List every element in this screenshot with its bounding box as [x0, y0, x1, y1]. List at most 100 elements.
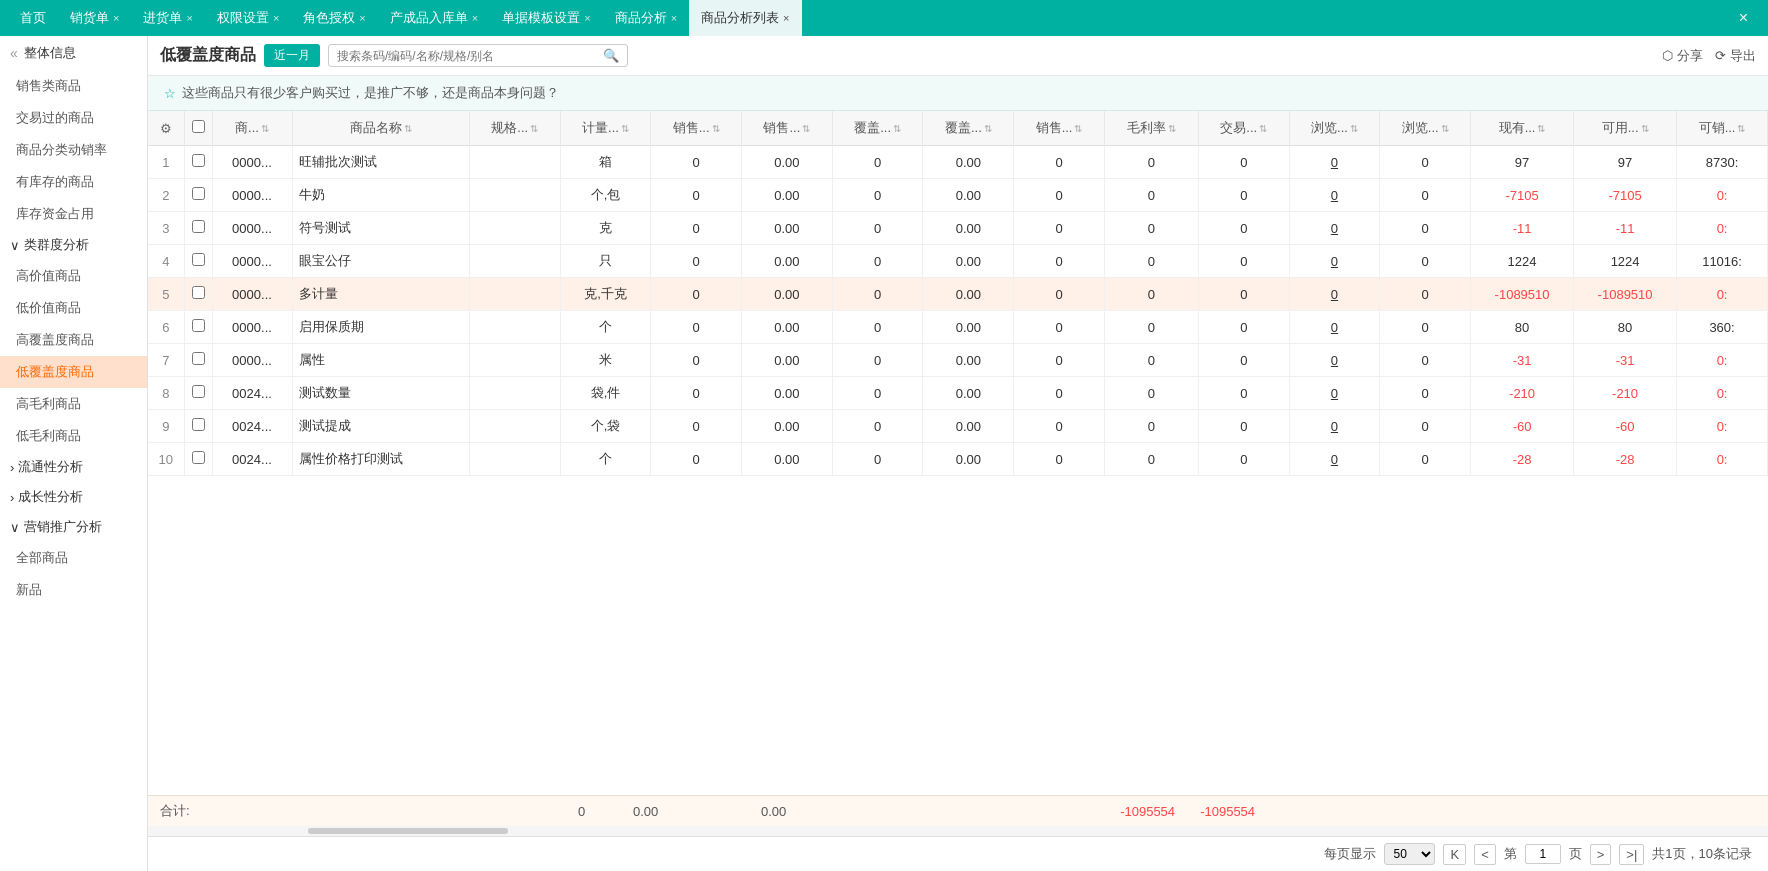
gross-rate-column-header[interactable]: 毛利率⇅ — [1104, 111, 1198, 146]
code-column-header[interactable]: 商...⇅ — [212, 111, 292, 146]
row-checkbox-cell[interactable] — [184, 344, 212, 377]
name-column-header[interactable]: 商品名称⇅ — [292, 111, 469, 146]
row-view1-cell[interactable]: 0 — [1289, 410, 1380, 443]
horizontal-scrollbar[interactable] — [148, 826, 1768, 836]
sales-amt-column-header[interactable]: 销售...⇅ — [742, 111, 833, 146]
row-checkbox[interactable] — [192, 418, 205, 431]
view1-link[interactable]: 0 — [1331, 287, 1338, 302]
search-icon[interactable]: 🔍 — [603, 48, 619, 63]
page-number-input[interactable] — [1525, 844, 1561, 864]
view1-link[interactable]: 0 — [1331, 419, 1338, 434]
row-view1-cell[interactable]: 0 — [1289, 311, 1380, 344]
nav-product-analysis-list[interactable]: 商品分析列表 × — [689, 0, 801, 36]
share-button[interactable]: ⬡ 分享 — [1662, 47, 1703, 65]
row-checkbox-cell[interactable] — [184, 410, 212, 443]
search-box[interactable]: 🔍 — [328, 44, 628, 67]
settings-icon[interactable]: ⚙ — [160, 121, 172, 136]
saleable-column-header[interactable]: 可销...⇅ — [1677, 111, 1768, 146]
sidebar-group-growth[interactable]: › 成长性分析 — [0, 482, 147, 512]
sales-qty-column-header[interactable]: 销售...⇅ — [651, 111, 742, 146]
row-checkbox[interactable] — [192, 220, 205, 233]
sidebar-item-new-products[interactable]: 新品 — [0, 574, 147, 606]
row-view1-cell[interactable]: 0 — [1289, 278, 1380, 311]
cover2-column-header[interactable]: 覆盖...⇅ — [923, 111, 1014, 146]
nav-close-template[interactable]: × — [584, 12, 590, 24]
row-checkbox[interactable] — [192, 451, 205, 464]
row-checkbox-cell[interactable] — [184, 179, 212, 212]
view1-link[interactable]: 0 — [1331, 353, 1338, 368]
checkbox-column-header[interactable] — [184, 111, 212, 146]
search-input[interactable] — [337, 49, 603, 63]
view1-link[interactable]: 0 — [1331, 188, 1338, 203]
sidebar-item-high-value[interactable]: 高价值商品 — [0, 260, 147, 292]
sidebar-item-all-products[interactable]: 全部商品 — [0, 542, 147, 574]
current-column-header[interactable]: 现有...⇅ — [1471, 111, 1574, 146]
row-checkbox-cell[interactable] — [184, 311, 212, 344]
row-checkbox[interactable] — [192, 319, 205, 332]
sidebar-group-marketing[interactable]: ∨ 营销推广分析 — [0, 512, 147, 542]
sidebar-item-in-stock[interactable]: 有库存的商品 — [0, 166, 147, 198]
row-checkbox[interactable] — [192, 187, 205, 200]
sidebar-item-inventory-capital[interactable]: 库存资金占用 — [0, 198, 147, 230]
sidebar-group-flow[interactable]: › 流通性分析 — [0, 452, 147, 482]
available-column-header[interactable]: 可用...⇅ — [1574, 111, 1677, 146]
first-page-button[interactable]: K — [1443, 844, 1466, 865]
row-view1-cell[interactable]: 0 — [1289, 179, 1380, 212]
nav-close-analysis-list[interactable]: × — [783, 12, 789, 24]
scrollbar-thumb[interactable] — [308, 828, 508, 834]
sidebar-item-traded-products[interactable]: 交易过的商品 — [0, 102, 147, 134]
sidebar-overview-header[interactable]: « 整体信息 — [0, 36, 147, 70]
row-checkbox[interactable] — [192, 352, 205, 365]
next-page-button[interactable]: > — [1590, 844, 1612, 865]
sidebar-item-sales-products[interactable]: 销售类商品 — [0, 70, 147, 102]
row-checkbox-cell[interactable] — [184, 278, 212, 311]
cover1-column-header[interactable]: 覆盖...⇅ — [832, 111, 923, 146]
prev-page-button[interactable]: < — [1474, 844, 1496, 865]
sidebar-item-high-margin[interactable]: 高毛利商品 — [0, 388, 147, 420]
nav-close-purchase[interactable]: × — [186, 12, 192, 24]
row-view1-cell[interactable]: 0 — [1289, 344, 1380, 377]
window-close-button[interactable]: × — [1727, 9, 1760, 27]
view1-link[interactable]: 0 — [1331, 155, 1338, 170]
row-checkbox-cell[interactable] — [184, 377, 212, 410]
last-page-button[interactable]: >| — [1619, 844, 1644, 865]
nav-purchase[interactable]: 进货单 × — [131, 0, 204, 36]
nav-permissions[interactable]: 权限设置 × — [205, 0, 291, 36]
nav-close-sales[interactable]: × — [113, 12, 119, 24]
nav-close-role[interactable]: × — [359, 12, 365, 24]
nav-product-entry[interactable]: 产成品入库单 × — [378, 0, 490, 36]
nav-home[interactable]: 首页 — [8, 0, 58, 36]
row-checkbox[interactable] — [192, 253, 205, 266]
view2-column-header[interactable]: 浏览...⇅ — [1380, 111, 1471, 146]
row-checkbox[interactable] — [192, 385, 205, 398]
sidebar-group-quality[interactable]: ∨ 类群度分析 — [0, 230, 147, 260]
trade-column-header[interactable]: 交易...⇅ — [1198, 111, 1289, 146]
nav-close-analysis[interactable]: × — [671, 12, 677, 24]
row-view1-cell[interactable]: 0 — [1289, 443, 1380, 476]
nav-sales-order[interactable]: 销货单 × — [58, 0, 131, 36]
sidebar-item-low-coverage[interactable]: 低覆盖度商品 — [0, 356, 147, 388]
row-checkbox[interactable] — [192, 154, 205, 167]
sidebar-item-high-coverage[interactable]: 高覆盖度商品 — [0, 324, 147, 356]
row-view1-cell[interactable]: 0 — [1289, 146, 1380, 179]
view1-link[interactable]: 0 — [1331, 221, 1338, 236]
row-view1-cell[interactable]: 0 — [1289, 377, 1380, 410]
sales3-column-header[interactable]: 销售...⇅ — [1014, 111, 1105, 146]
row-checkbox-cell[interactable] — [184, 245, 212, 278]
spec-column-header[interactable]: 规格...⇅ — [469, 111, 560, 146]
row-checkbox-cell[interactable] — [184, 146, 212, 179]
row-checkbox[interactable] — [192, 286, 205, 299]
nav-close-permissions[interactable]: × — [273, 12, 279, 24]
nav-template-settings[interactable]: 单据模板设置 × — [490, 0, 602, 36]
nav-close-product-entry[interactable]: × — [472, 12, 478, 24]
view1-column-header[interactable]: 浏览...⇅ — [1289, 111, 1380, 146]
settings-column-header[interactable]: ⚙ — [148, 111, 184, 146]
view1-link[interactable]: 0 — [1331, 254, 1338, 269]
nav-product-analysis[interactable]: 商品分析 × — [603, 0, 689, 36]
sidebar-item-low-margin[interactable]: 低毛利商品 — [0, 420, 147, 452]
select-all-checkbox[interactable] — [192, 120, 205, 133]
view1-link[interactable]: 0 — [1331, 386, 1338, 401]
unit-column-header[interactable]: 计量...⇅ — [560, 111, 651, 146]
row-view1-cell[interactable]: 0 — [1289, 212, 1380, 245]
row-checkbox-cell[interactable] — [184, 443, 212, 476]
